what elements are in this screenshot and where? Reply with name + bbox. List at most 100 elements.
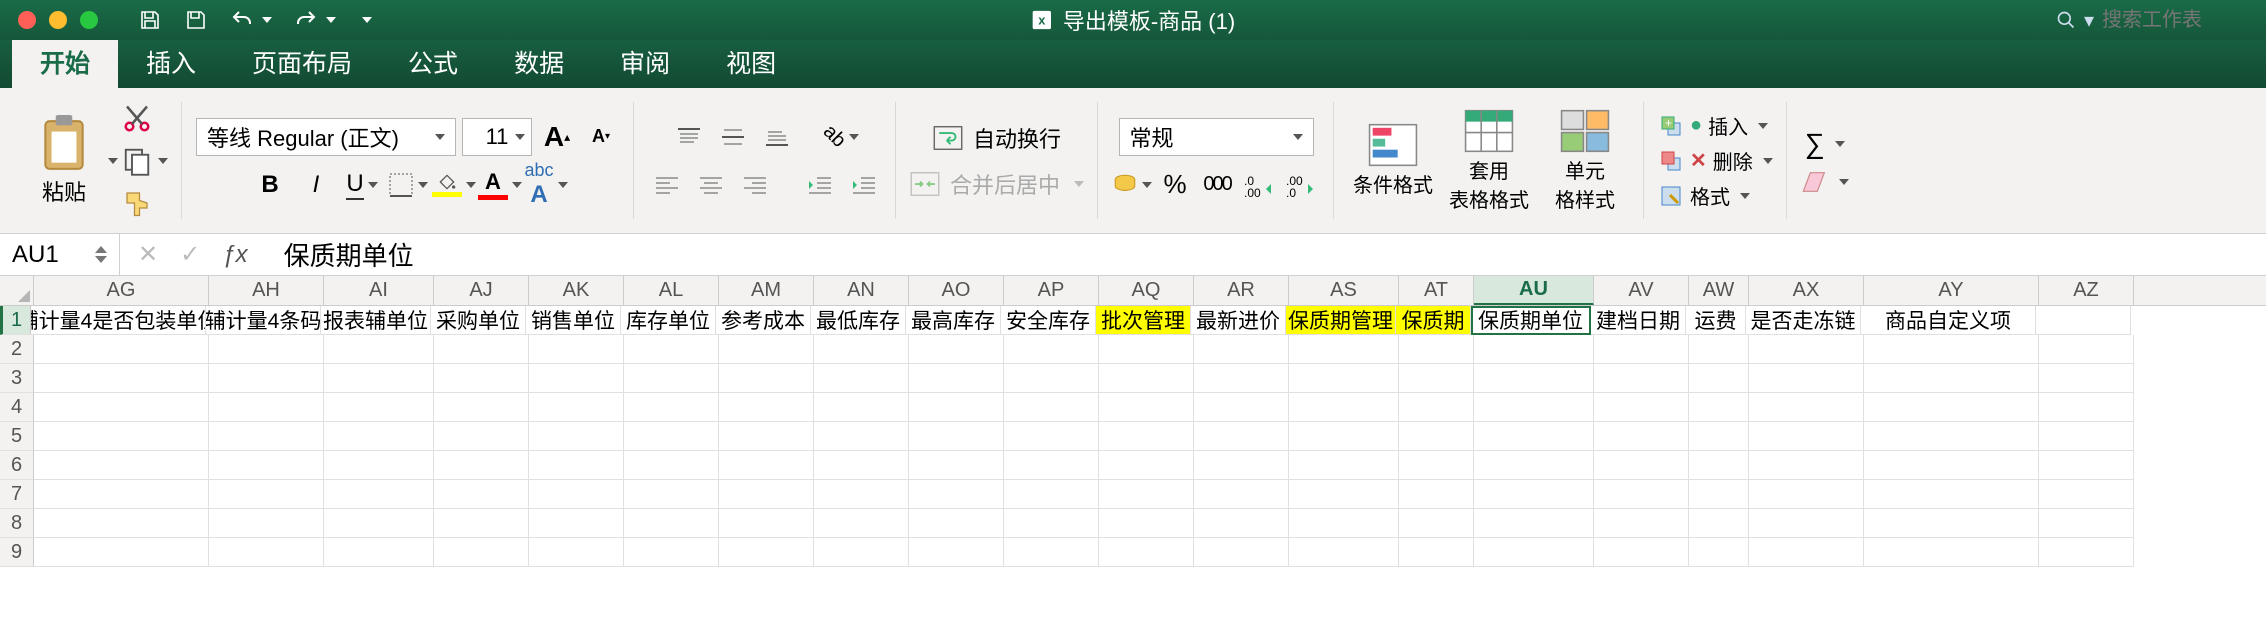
cell[interactable] bbox=[1099, 538, 1194, 567]
cell[interactable] bbox=[2039, 538, 2134, 567]
column-header[interactable]: AO bbox=[909, 276, 1004, 305]
column-header[interactable]: AS bbox=[1289, 276, 1399, 305]
border-button[interactable] bbox=[386, 166, 430, 204]
column-header[interactable]: AU bbox=[1474, 276, 1594, 305]
row-header[interactable]: 2 bbox=[0, 335, 34, 364]
cell[interactable] bbox=[719, 422, 814, 451]
increase-indent-button[interactable] bbox=[844, 166, 882, 204]
cell[interactable] bbox=[1689, 538, 1749, 567]
cell[interactable] bbox=[1689, 422, 1749, 451]
cell[interactable] bbox=[1689, 509, 1749, 538]
cell[interactable] bbox=[909, 451, 1004, 480]
cell[interactable] bbox=[1749, 451, 1864, 480]
cell-styles-button[interactable]: 单元 格样式 bbox=[1540, 109, 1630, 213]
cell[interactable]: 辅计量4是否包装单位 bbox=[31, 306, 206, 335]
cell[interactable] bbox=[624, 364, 719, 393]
cell[interactable] bbox=[1399, 509, 1474, 538]
row-header[interactable]: 9 bbox=[0, 538, 34, 567]
cell[interactable] bbox=[1749, 393, 1864, 422]
search-input[interactable] bbox=[2102, 9, 2252, 32]
cell[interactable] bbox=[1194, 509, 1289, 538]
cell[interactable] bbox=[209, 480, 324, 509]
column-header[interactable]: AR bbox=[1194, 276, 1289, 305]
cell[interactable] bbox=[324, 393, 434, 422]
save-icon[interactable] bbox=[138, 8, 162, 32]
cell[interactable] bbox=[529, 335, 624, 364]
cell[interactable] bbox=[1474, 451, 1594, 480]
cell[interactable] bbox=[34, 480, 209, 509]
minimize-window-button[interactable] bbox=[49, 11, 67, 29]
cell[interactable] bbox=[34, 393, 209, 422]
cell[interactable] bbox=[1474, 538, 1594, 567]
cell[interactable] bbox=[434, 422, 529, 451]
delete-cells-button[interactable]: ✕删除 bbox=[1658, 146, 1773, 175]
cell[interactable] bbox=[624, 480, 719, 509]
cell[interactable] bbox=[1749, 364, 1864, 393]
cell[interactable] bbox=[34, 451, 209, 480]
cell[interactable] bbox=[434, 509, 529, 538]
cell[interactable]: 商品自定义项 bbox=[1861, 306, 2036, 335]
cell[interactable] bbox=[909, 538, 1004, 567]
bold-button[interactable]: B bbox=[248, 166, 292, 204]
cell[interactable]: 销售单位 bbox=[526, 306, 621, 335]
cell[interactable] bbox=[1689, 364, 1749, 393]
cell[interactable] bbox=[1099, 393, 1194, 422]
select-all-corner[interactable] bbox=[0, 276, 34, 305]
cell[interactable] bbox=[529, 538, 624, 567]
column-header[interactable]: AQ bbox=[1099, 276, 1194, 305]
cell[interactable]: 是否走冻链 bbox=[1746, 306, 1861, 335]
cell[interactable] bbox=[2039, 451, 2134, 480]
cell[interactable] bbox=[1099, 364, 1194, 393]
cell[interactable] bbox=[1194, 364, 1289, 393]
italic-button[interactable]: I bbox=[294, 166, 338, 204]
align-center-button[interactable] bbox=[692, 166, 730, 204]
row-header[interactable]: 7 bbox=[0, 480, 34, 509]
cell[interactable] bbox=[1399, 451, 1474, 480]
cell[interactable] bbox=[814, 509, 909, 538]
cell[interactable] bbox=[1004, 422, 1099, 451]
wrap-text-button[interactable]: 自动换行 bbox=[933, 122, 1061, 154]
cell[interactable] bbox=[1864, 451, 2039, 480]
enter-formula-button[interactable]: ✓ bbox=[180, 240, 200, 269]
cell[interactable] bbox=[1099, 451, 1194, 480]
cell[interactable] bbox=[1689, 480, 1749, 509]
cell[interactable] bbox=[1399, 364, 1474, 393]
cell[interactable] bbox=[1099, 422, 1194, 451]
copy-icon[interactable] bbox=[122, 146, 152, 176]
cell[interactable] bbox=[1194, 393, 1289, 422]
cell[interactable] bbox=[719, 393, 814, 422]
cell[interactable] bbox=[1749, 509, 1864, 538]
column-header[interactable]: AJ bbox=[434, 276, 529, 305]
cell[interactable] bbox=[2036, 306, 2131, 335]
cell[interactable] bbox=[624, 393, 719, 422]
cell[interactable] bbox=[1194, 335, 1289, 364]
cell[interactable] bbox=[2039, 422, 2134, 451]
cell[interactable] bbox=[1474, 364, 1594, 393]
cell[interactable] bbox=[1689, 335, 1749, 364]
cell[interactable] bbox=[1289, 538, 1399, 567]
name-box-stepper[interactable] bbox=[95, 246, 107, 263]
cell[interactable] bbox=[434, 538, 529, 567]
cell[interactable] bbox=[1399, 393, 1474, 422]
cell[interactable] bbox=[1289, 509, 1399, 538]
cell[interactable] bbox=[1594, 422, 1689, 451]
cell[interactable] bbox=[1004, 335, 1099, 364]
cell[interactable] bbox=[529, 422, 624, 451]
cell[interactable] bbox=[909, 364, 1004, 393]
align-bottom-button[interactable] bbox=[758, 118, 796, 156]
cell[interactable] bbox=[1864, 509, 2039, 538]
cell[interactable] bbox=[324, 451, 434, 480]
column-header[interactable]: AV bbox=[1594, 276, 1689, 305]
cell[interactable] bbox=[434, 393, 529, 422]
cell[interactable] bbox=[209, 422, 324, 451]
cell[interactable]: 库存单位 bbox=[621, 306, 716, 335]
cell[interactable] bbox=[324, 538, 434, 567]
tab-layout[interactable]: 页面布局 bbox=[224, 36, 380, 88]
column-header[interactable]: AK bbox=[529, 276, 624, 305]
cell[interactable] bbox=[814, 422, 909, 451]
cell[interactable]: 保质期单位 bbox=[1471, 306, 1591, 335]
conditional-formatting-button[interactable]: 条件格式 bbox=[1348, 123, 1438, 198]
cell[interactable] bbox=[1594, 509, 1689, 538]
align-top-button[interactable] bbox=[670, 118, 708, 156]
cell[interactable] bbox=[1864, 422, 2039, 451]
